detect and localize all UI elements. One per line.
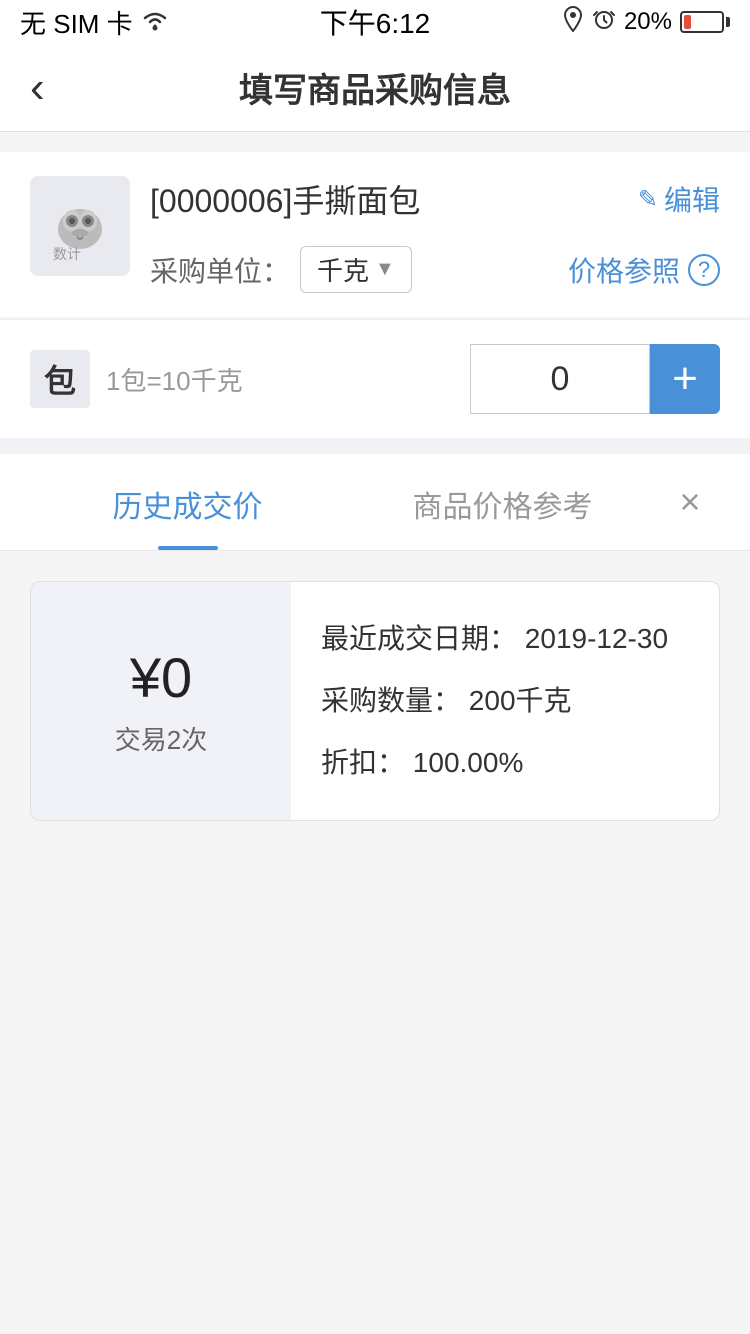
product-title-row: [0000006]手撕面包 ✎ 编辑 <box>150 176 720 222</box>
discount-value: 100.00% <box>413 747 524 778</box>
battery-percent: 20% <box>624 8 672 36</box>
last-date-value: 2019-12-30 <box>525 623 668 654</box>
tab-price-reference-label: 商品价格参考 <box>413 491 593 524</box>
status-bar: 无 SIM 卡 下午6:12 20% <box>0 0 750 44</box>
edit-button[interactable]: ✎ 编辑 <box>638 179 720 219</box>
product-unit-row: 采购单位： 千克 ▼ 价格参照 ? <box>150 246 720 293</box>
wifi-icon <box>141 7 169 38</box>
status-right: 20% <box>562 6 730 39</box>
tab-price-reference[interactable]: 商品价格参考 <box>345 454 660 550</box>
tab-history-price[interactable]: 历史成交价 <box>30 454 345 550</box>
unit-dropdown[interactable]: 千克 ▼ <box>300 246 412 293</box>
quantity-input[interactable] <box>470 344 650 414</box>
product-image: 数计 <box>30 176 130 276</box>
price-reference-button[interactable]: 价格参照 ? <box>568 250 720 290</box>
sim-status: 无 SIM 卡 <box>20 4 133 41</box>
tab-bar: 历史成交价 商品价格参考 × <box>0 454 750 551</box>
status-time: 下午6:12 <box>320 2 431 42</box>
edit-icon: ✎ <box>638 185 658 214</box>
price-card-container: ¥0 交易2次 最近成交日期： 2019-12-30 采购数量： 200千克 折… <box>0 551 750 851</box>
price-card: ¥0 交易2次 最近成交日期： 2019-12-30 采购数量： 200千克 折… <box>30 581 720 821</box>
tab-close-button[interactable]: × <box>660 472 720 532</box>
product-card: 数计 [0000006]手撕面包 ✎ 编辑 采购单位： 千克 ▼ <box>0 152 750 317</box>
purchase-quantity-value: 200千克 <box>469 685 572 716</box>
page-title: 填写商品采购信息 <box>239 63 511 112</box>
purchase-quantity-row: 采购数量： 200千克 <box>321 680 689 722</box>
help-icon: ? <box>688 254 720 286</box>
product-name: [0000006]手撕面包 <box>150 176 420 222</box>
alarm-icon <box>592 7 616 38</box>
section-divider <box>0 438 750 454</box>
edit-label: 编辑 <box>664 179 720 219</box>
nav-bar: ‹ 填写商品采购信息 <box>0 44 750 132</box>
price-summary: ¥0 交易2次 <box>31 582 291 820</box>
unit-label: 采购单位： 千克 ▼ <box>150 246 412 293</box>
back-button[interactable]: ‹ <box>20 56 55 120</box>
location-icon <box>562 6 584 39</box>
bottom-panel: 历史成交价 商品价格参考 × ¥0 交易2次 最近成交日期： 2019-12-3… <box>0 454 750 851</box>
unit-conversion: 1包=10千克 <box>106 361 243 398</box>
status-left: 无 SIM 卡 <box>20 4 169 41</box>
quantity-section: 包 1包=10千克 + <box>0 319 750 438</box>
currency-symbol: ¥ <box>130 646 161 709</box>
last-date-row: 最近成交日期： 2019-12-30 <box>321 618 689 660</box>
quantity-input-group: + <box>470 344 720 414</box>
product-info: [0000006]手撕面包 ✎ 编辑 采购单位： 千克 ▼ 价格参照 ? <box>150 176 720 293</box>
unit-value: 千克 <box>317 251 369 288</box>
quantity-label: 包 1包=10千克 <box>30 350 243 408</box>
purchase-quantity-label: 采购数量： <box>321 685 461 716</box>
svg-text:数计: 数计 <box>53 246 81 261</box>
product-header: 数计 [0000006]手撕面包 ✎ 编辑 采购单位： 千克 ▼ <box>30 176 720 293</box>
tab-history-price-label: 历史成交价 <box>113 491 263 524</box>
price-value: 0 <box>161 646 192 709</box>
price-amount: ¥0 <box>130 645 192 710</box>
price-transactions: 交易2次 <box>115 720 207 757</box>
unit-text: 采购单位： <box>150 250 290 290</box>
price-ref-label: 价格参照 <box>568 250 680 290</box>
unit-bao-badge: 包 <box>30 350 90 408</box>
battery-indicator <box>680 11 730 33</box>
price-details: 最近成交日期： 2019-12-30 采购数量： 200千克 折扣： 100.0… <box>291 582 719 820</box>
quantity-plus-button[interactable]: + <box>650 344 720 414</box>
dropdown-arrow-icon: ▼ <box>375 258 395 281</box>
discount-row: 折扣： 100.00% <box>321 742 689 784</box>
discount-label: 折扣： <box>321 747 405 778</box>
product-thumbnail-icon: 数计 <box>45 191 115 261</box>
last-date-label: 最近成交日期： <box>321 623 517 654</box>
